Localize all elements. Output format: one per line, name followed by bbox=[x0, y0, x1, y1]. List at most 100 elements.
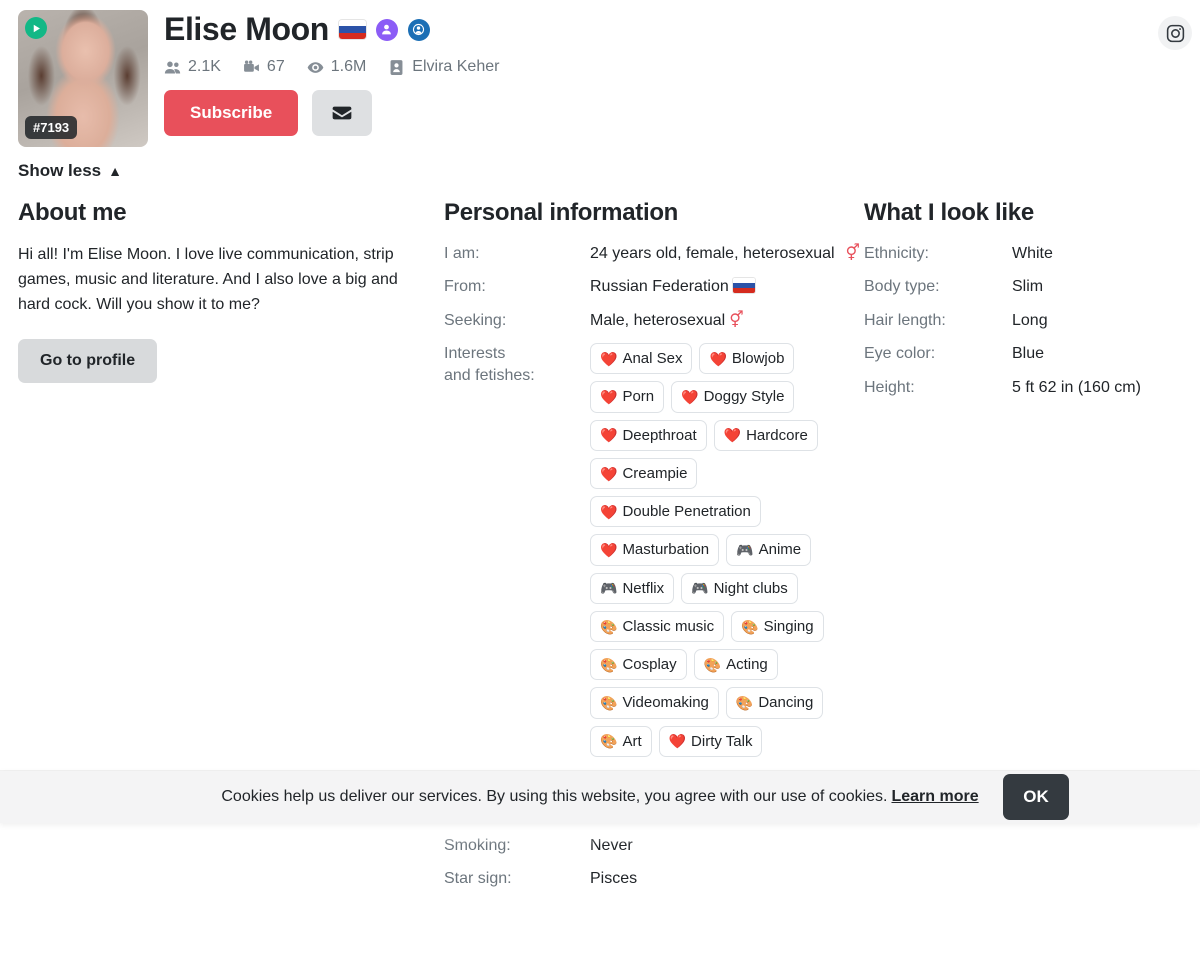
show-less-toggle[interactable]: Show less ▲ bbox=[18, 161, 122, 181]
interest-tag[interactable]: ❤️ Double Penetration bbox=[590, 496, 761, 528]
interest-tag[interactable]: ❤️ Blowjob bbox=[699, 343, 795, 375]
webcam-model-icon[interactable] bbox=[407, 18, 430, 41]
interest-emoji-icon: 🎨 bbox=[600, 656, 618, 673]
interest-tag[interactable]: 🎨 Art bbox=[590, 725, 652, 757]
eye-icon bbox=[307, 61, 324, 73]
personal-row-value: Pisces bbox=[590, 870, 638, 888]
interest-emoji-icon: ❤️ bbox=[600, 465, 618, 482]
cookie-learn-more-link[interactable]: Learn more bbox=[891, 788, 978, 806]
instagram-icon bbox=[1166, 24, 1184, 42]
stat-videos-value: 67 bbox=[266, 58, 285, 76]
interest-label: Masturbation bbox=[622, 541, 710, 559]
play-icon[interactable] bbox=[25, 17, 47, 39]
stat-views-value: 1.6M bbox=[330, 58, 367, 76]
personal-row-smoking: Smoking: Never bbox=[444, 835, 860, 857]
personal-information-title: Personal information bbox=[444, 199, 679, 226]
interest-tag[interactable]: 🎨 Cosplay bbox=[590, 649, 687, 681]
interest-tag[interactable]: ❤️ Deepthroat bbox=[590, 419, 707, 451]
personal-row-value: Male, heterosexual ⚥ bbox=[590, 310, 860, 332]
go-to-profile-button[interactable]: Go to profile bbox=[18, 339, 158, 384]
interest-tag[interactable]: ❤️ Porn bbox=[590, 381, 665, 413]
personal-row-interests: Interests and fetishes: ❤️ Anal Sex ❤️ Blowj… bbox=[444, 343, 860, 757]
profile-id-badge: #7193 bbox=[25, 116, 78, 139]
interest-emoji-icon: ❤️ bbox=[600, 389, 618, 405]
id-card-icon bbox=[390, 59, 403, 75]
interest-tag[interactable]: 🎨 Videomaking bbox=[590, 687, 719, 719]
personal-row-star-sign: Star sign: Pisces bbox=[444, 868, 860, 890]
appearance-row-eye-color: Eye color: Blue bbox=[864, 343, 1200, 365]
subscribe-button[interactable]: Subscribe bbox=[164, 90, 299, 137]
personal-row-key: I am: bbox=[444, 245, 480, 262]
appearance-row-height: Height: 5 ft 62 in (160 cm) bbox=[864, 377, 1200, 399]
russia-flag-icon bbox=[338, 20, 366, 40]
interest-emoji-icon: 🎨 bbox=[735, 695, 754, 711]
appearance-row-key: Ethnicity: bbox=[864, 245, 929, 262]
appearance-row-key: Eye color: bbox=[864, 345, 936, 363]
personal-row-from: From: Russian Federation bbox=[444, 276, 860, 298]
interest-tag[interactable]: ❤️ Doggy Style bbox=[671, 381, 795, 413]
interest-label: Cosplay bbox=[622, 656, 677, 674]
interest-emoji-icon: ❤️ bbox=[600, 350, 618, 367]
interest-emoji-icon: ❤️ bbox=[723, 427, 742, 444]
interest-label: Blowjob bbox=[731, 350, 785, 368]
interest-emoji-icon: 🎨 bbox=[600, 695, 618, 711]
interest-tag[interactable]: 🎮 Night clubs bbox=[681, 572, 798, 604]
cookie-text: Cookies help us deliver our services. By… bbox=[221, 788, 888, 805]
personal-row-value: Never bbox=[590, 836, 633, 854]
profile-page: #7193 Elise Moon 2.1K 67 1.6M Elvira Keh… bbox=[0, 0, 1200, 965]
instagram-button[interactable] bbox=[1158, 16, 1192, 50]
interest-label: Porn bbox=[622, 388, 655, 406]
show-less-label: Show less bbox=[18, 161, 102, 180]
gender-symbol-icon: ⚥ bbox=[729, 311, 744, 329]
personal-row-key: Seeking: bbox=[444, 311, 507, 329]
interest-tag[interactable]: ❤️ Creampie bbox=[590, 457, 698, 490]
russia-flag-icon bbox=[732, 278, 755, 294]
interest-emoji-icon: ❤️ bbox=[600, 427, 618, 444]
interest-tag[interactable]: 🎮 Anime bbox=[726, 534, 812, 566]
interest-label: Singing bbox=[763, 617, 814, 635]
personal-row-value: 24 years old, female, heterosexual bbox=[590, 243, 842, 265]
interest-emoji-icon: 🎮 bbox=[691, 580, 709, 597]
interest-tag[interactable]: ❤️ Masturbation bbox=[590, 534, 720, 566]
verified-user-icon[interactable] bbox=[375, 18, 398, 41]
interest-tag[interactable]: 🎨 Singing bbox=[731, 610, 824, 643]
interest-tag[interactable]: ❤️ Hardcore bbox=[713, 419, 818, 451]
interest-label: Double Penetration bbox=[622, 503, 751, 521]
appearance-row-key: Hair length: bbox=[864, 311, 946, 329]
interest-tag[interactable]: ❤️ Anal Sex bbox=[590, 343, 693, 375]
message-button[interactable] bbox=[312, 90, 373, 137]
interest-label: Anal Sex bbox=[622, 350, 683, 368]
appearance-row-key: Body type: bbox=[864, 278, 940, 296]
interest-label: Creampie bbox=[622, 464, 688, 482]
appearance-row-hair-length: Hair length: Long bbox=[864, 310, 1200, 332]
interest-tag[interactable]: 🎨 Dancing bbox=[725, 687, 824, 719]
appearance-row-value: White bbox=[1012, 245, 1053, 262]
interest-label: Deepthroat bbox=[622, 426, 697, 444]
cookie-ok-button[interactable]: OK bbox=[1003, 774, 1069, 820]
interest-tag[interactable]: 🎨 Classic music bbox=[590, 610, 725, 643]
interest-tag[interactable]: ❤️ Dirty Talk bbox=[658, 725, 763, 757]
header-actions: Subscribe bbox=[164, 90, 499, 137]
appearance-row-value: Slim bbox=[1012, 278, 1044, 296]
interest-label: Classic music bbox=[622, 617, 715, 635]
stat-real-name-value: Elvira Keher bbox=[412, 58, 500, 76]
appearance-row-key: Height: bbox=[864, 378, 915, 396]
interest-label: Doggy Style bbox=[703, 388, 785, 406]
video-camera-icon bbox=[243, 60, 259, 72]
interest-label: Art bbox=[622, 732, 642, 750]
interest-tag[interactable]: 🎨 Acting bbox=[693, 649, 778, 681]
interest-emoji-icon: 🎨 bbox=[741, 618, 759, 635]
interests-key: Interests and fetishes: bbox=[444, 345, 535, 384]
appearance-row-body-type: Body type: Slim bbox=[864, 276, 1200, 298]
avatar[interactable]: #7193 bbox=[18, 10, 148, 147]
page-title: Elise Moon bbox=[164, 11, 329, 47]
interest-label: Anime bbox=[758, 541, 802, 559]
interest-emoji-icon: 🎮 bbox=[736, 542, 754, 558]
interest-tag[interactable]: 🎮 Netflix bbox=[590, 572, 675, 604]
stat-videos: 67 bbox=[243, 58, 285, 76]
stat-real-name: Elvira Keher bbox=[388, 58, 499, 76]
interest-emoji-icon: ❤️ bbox=[681, 389, 699, 405]
interest-emoji-icon: ❤️ bbox=[668, 733, 687, 750]
appearance-row-ethnicity: Ethnicity: White bbox=[864, 243, 1200, 265]
interest-emoji-icon: ❤️ bbox=[600, 503, 618, 520]
